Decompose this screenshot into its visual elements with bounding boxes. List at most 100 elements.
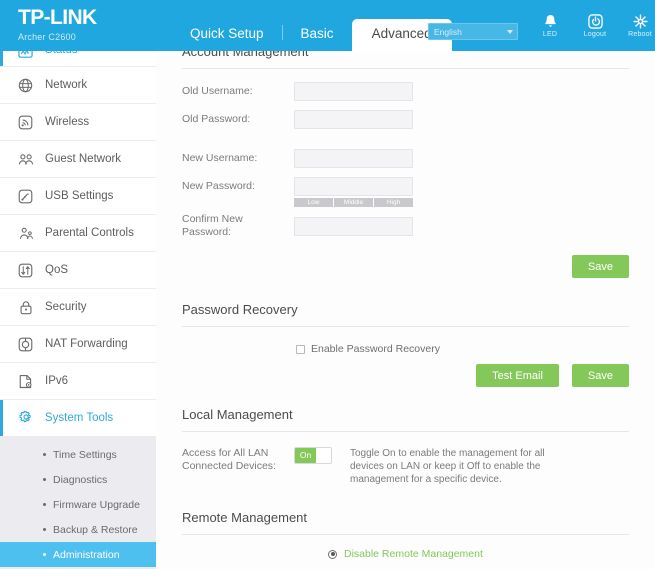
wireless-icon xyxy=(17,114,34,131)
sidebar-item-label: Parental Controls xyxy=(45,227,134,239)
network-icon xyxy=(17,77,34,94)
radio-label: Disable Remote Management xyxy=(344,548,483,560)
submenu-item-backup-restore[interactable]: Backup & Restore xyxy=(0,517,156,542)
sidebar-item-guest-network[interactable]: Guest Network xyxy=(0,141,156,177)
sidebar-item-nat-forwarding[interactable]: NAT Forwarding xyxy=(0,326,156,362)
led-icon xyxy=(534,13,566,30)
strength-segment-middle: Middle xyxy=(334,198,374,207)
logout-icon xyxy=(579,13,611,30)
sidebar-item-label: IPv6 xyxy=(45,375,69,387)
submenu-item-diagnostics[interactable]: Diagnostics xyxy=(0,467,156,492)
test-email-button[interactable]: Test Email xyxy=(476,364,559,387)
bullet-icon xyxy=(43,553,46,556)
lan-access-toggle[interactable]: On xyxy=(294,447,332,464)
old-username-row: Old Username: xyxy=(182,82,629,101)
chevron-down-icon xyxy=(507,30,513,34)
sidebar-item-security[interactable]: Security xyxy=(0,289,156,325)
led-label: LED xyxy=(542,31,558,38)
confirm-password-label: Confirm New Password: xyxy=(182,213,243,238)
new-username-label: New Username: xyxy=(182,152,258,164)
confirm-password-input[interactable] xyxy=(294,216,413,236)
sidebar-item-ipv6[interactable]: IPv6 xyxy=(0,363,156,399)
password-strength-meter: Low Middle High xyxy=(294,198,413,207)
sidebar-item-qos[interactable]: QoS xyxy=(0,252,156,288)
content-panel: Account Management Old Username: Old Pas… xyxy=(156,44,655,569)
account-management-actions: Save xyxy=(182,255,629,278)
sidebar-item-parental-controls[interactable]: Parental Controls xyxy=(0,215,156,251)
sidebar-item-label: Guest Network xyxy=(45,153,122,165)
ipv6-icon xyxy=(17,373,34,390)
new-password-row: New Password: xyxy=(182,177,629,196)
guest-network-icon xyxy=(17,151,34,168)
reboot-icon xyxy=(624,13,655,30)
bullet-icon xyxy=(43,503,46,506)
old-password-label: Old Password: xyxy=(182,113,251,125)
submenu-item-administration[interactable]: Administration xyxy=(0,542,156,567)
submenu-item-label: Backup & Restore xyxy=(53,523,138,536)
reboot-label: Reboot xyxy=(628,31,652,38)
sidebar-item-label: Network xyxy=(45,79,88,91)
new-username-input[interactable] xyxy=(294,149,413,168)
divider xyxy=(182,68,629,69)
password-recovery-actions: Test Email Save xyxy=(182,364,629,387)
brand-model: Archer C2600 xyxy=(18,32,76,42)
old-username-input[interactable] xyxy=(294,82,413,101)
sidebar-item-network[interactable]: Network xyxy=(0,67,156,103)
divider xyxy=(182,534,629,535)
password-recovery-save-button[interactable]: Save xyxy=(571,364,629,387)
sidebar-item-system-tools[interactable]: System Tools xyxy=(0,400,156,436)
bullet-icon xyxy=(43,528,46,531)
strength-segment-high: High xyxy=(374,198,413,207)
sidebar: Status Network Wireless Guest Network US xyxy=(0,44,156,569)
old-password-input[interactable] xyxy=(294,110,413,129)
submenu-item-time-settings[interactable]: Time Settings xyxy=(0,442,156,467)
logout-label: Logout xyxy=(583,31,607,38)
app-header: TP-LINK Archer C2600 Quick Setup Basic A… xyxy=(0,0,655,51)
bullet-icon xyxy=(43,478,46,481)
sidebar-item-wireless[interactable]: Wireless xyxy=(0,104,156,140)
system-tools-submenu: Time Settings Diagnostics Firmware Upgra… xyxy=(0,437,156,567)
local-management-title: Local Management xyxy=(182,407,293,422)
bullet-icon xyxy=(43,453,46,456)
led-button[interactable]: LED xyxy=(534,13,566,38)
submenu-item-label: Time Settings xyxy=(53,448,117,461)
header-icon-group: LED Logout Reboot xyxy=(534,13,655,38)
new-password-input[interactable] xyxy=(294,177,413,196)
new-password-label: New Password: xyxy=(182,180,255,192)
local-management-hint: Toggle On to enable the management for a… xyxy=(350,448,545,485)
submenu-item-label: Diagnostics xyxy=(53,473,108,486)
brand-logo: TP-LINK xyxy=(18,6,97,29)
language-select[interactable]: English xyxy=(428,23,518,40)
router-admin-page: TP-LINK Archer C2600 Quick Setup Basic A… xyxy=(0,0,655,569)
reboot-button[interactable]: Reboot xyxy=(624,13,655,38)
qos-icon xyxy=(17,262,34,279)
strength-segment-low: Low xyxy=(294,198,334,207)
divider xyxy=(182,431,629,432)
enable-password-recovery-checkbox[interactable] xyxy=(296,344,305,354)
remote-management-title: Remote Management xyxy=(182,510,308,525)
old-username-label: Old Username: xyxy=(182,85,253,97)
submenu-item-label: Administration xyxy=(53,548,120,561)
nav-basic[interactable]: Basic xyxy=(283,26,352,51)
new-username-row: New Username: xyxy=(182,149,629,168)
password-recovery-title: Password Recovery xyxy=(182,302,298,317)
logout-button[interactable]: Logout xyxy=(579,13,611,38)
sidebar-item-label: System Tools xyxy=(45,412,114,424)
nav-quick-setup[interactable]: Quick Setup xyxy=(172,26,282,51)
submenu-item-label: Firmware Upgrade xyxy=(53,498,140,511)
local-management-row: Access for All LAN Connected Devices: On… xyxy=(182,447,629,486)
radio-disable-remote-management[interactable]: Disable Remote Management xyxy=(328,548,629,560)
old-password-row: Old Password: xyxy=(182,110,629,129)
account-save-button[interactable]: Save xyxy=(571,255,629,278)
enable-password-recovery-checkbox-row[interactable]: Enable Password Recovery xyxy=(296,343,629,355)
submenu-item-firmware-upgrade[interactable]: Firmware Upgrade xyxy=(0,492,156,517)
divider xyxy=(182,326,629,327)
sidebar-item-label: Security xyxy=(45,301,87,313)
sidebar-item-usb-settings[interactable]: USB Settings xyxy=(0,178,156,214)
main-nav: Quick Setup Basic Advanced xyxy=(172,0,452,51)
toggle-knob xyxy=(316,448,331,463)
lan-access-label: Access for All LAN Connected Devices: xyxy=(182,447,276,472)
sidebar-item-label: Wireless xyxy=(45,116,90,128)
sidebar-item-label: NAT Forwarding xyxy=(45,338,128,350)
radio-icon xyxy=(328,549,337,559)
